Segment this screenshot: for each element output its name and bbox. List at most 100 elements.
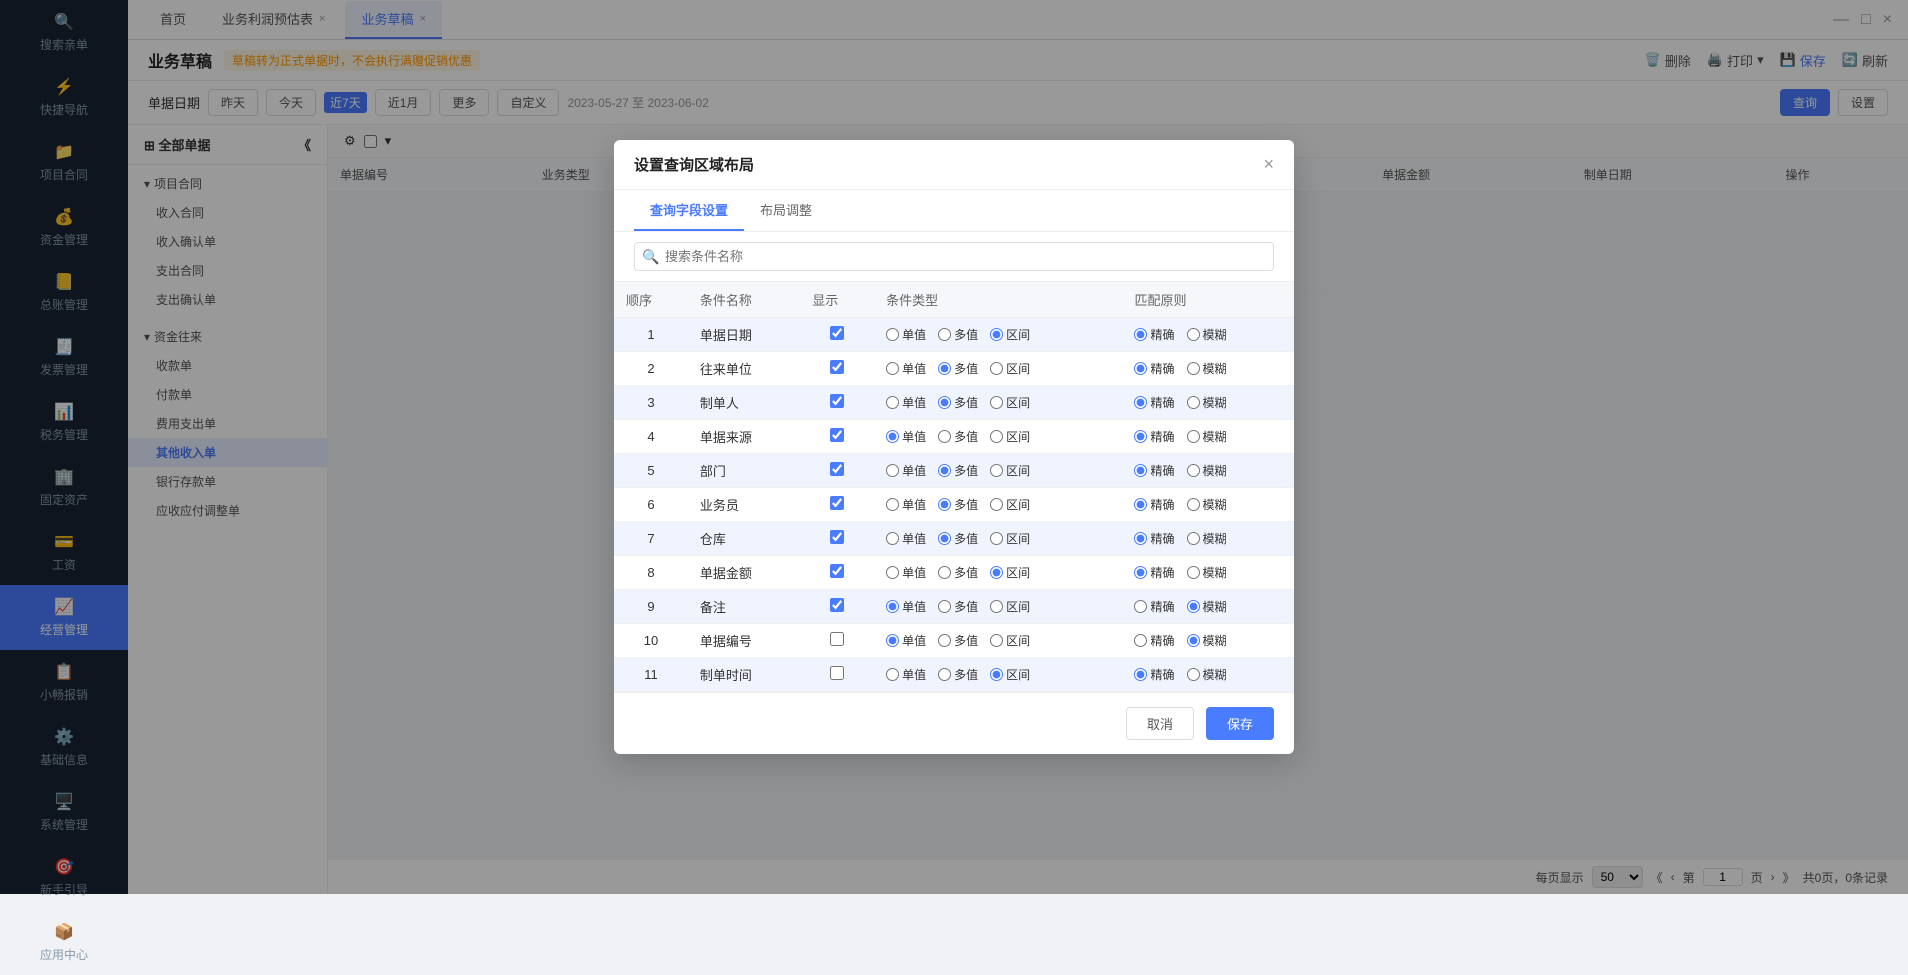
radio-type-type_single[interactable]: 单值 xyxy=(886,360,926,377)
radio-type-type_range[interactable]: 区间 xyxy=(990,666,1030,683)
row-type: 单值多值区间 xyxy=(874,522,1122,556)
row-match: 精确模糊 xyxy=(1122,590,1294,624)
row-order: 3 xyxy=(614,386,688,420)
radio-match-match_fuzzy[interactable]: 模糊 xyxy=(1187,530,1227,547)
radio-type-type_range[interactable]: 区间 xyxy=(990,394,1030,411)
modal-close-button[interactable]: × xyxy=(1263,154,1274,175)
radio-type-type_multi[interactable]: 多值 xyxy=(938,394,978,411)
radio-type-type_single[interactable]: 单值 xyxy=(886,666,926,683)
radio-type-type_multi[interactable]: 多值 xyxy=(938,428,978,445)
radio-type-type_range[interactable]: 区间 xyxy=(990,496,1030,513)
row-order: 9 xyxy=(614,590,688,624)
table-row: 4单据来源单值多值区间精确模糊 xyxy=(614,420,1294,454)
radio-type-type_range[interactable]: 区间 xyxy=(990,632,1030,649)
radio-type-type_range[interactable]: 区间 xyxy=(990,462,1030,479)
radio-match-match_precise[interactable]: 精确 xyxy=(1134,496,1174,513)
radio-match-match_precise[interactable]: 精确 xyxy=(1134,428,1174,445)
radio-match-match_precise[interactable]: 精确 xyxy=(1134,326,1174,343)
row-name: 制单人 xyxy=(688,386,800,420)
radio-match-match_precise[interactable]: 精确 xyxy=(1134,564,1174,581)
show-checkbox[interactable] xyxy=(830,564,844,578)
show-checkbox[interactable] xyxy=(830,360,844,374)
cancel-button[interactable]: 取消 xyxy=(1126,707,1194,740)
table-row: 7仓库单值多值区间精确模糊 xyxy=(614,522,1294,556)
radio-type-type_single[interactable]: 单值 xyxy=(886,598,926,615)
show-checkbox[interactable] xyxy=(830,666,844,680)
radio-match-match_precise[interactable]: 精确 xyxy=(1134,394,1174,411)
radio-match-match_fuzzy[interactable]: 模糊 xyxy=(1187,326,1227,343)
radio-type-type_single[interactable]: 单值 xyxy=(886,564,926,581)
row-show xyxy=(800,352,874,386)
row-name: 制单时间 xyxy=(688,658,800,692)
radio-type-type_multi[interactable]: 多值 xyxy=(938,530,978,547)
table-row: 10单据编号单值多值区间精确模糊 xyxy=(614,624,1294,658)
modal-search-input[interactable] xyxy=(634,242,1274,271)
modal-table-wrap: 顺序 条件名称 显示 条件类型 匹配原则 1单据日期单值多值区间精确模糊2往来单… xyxy=(614,282,1294,692)
show-checkbox[interactable] xyxy=(830,462,844,476)
radio-type-type_single[interactable]: 单值 xyxy=(886,394,926,411)
modal-footer: 取消 保存 xyxy=(614,692,1294,754)
row-order: 5 xyxy=(614,454,688,488)
radio-type-type_single[interactable]: 单值 xyxy=(886,632,926,649)
radio-match-match_fuzzy[interactable]: 模糊 xyxy=(1187,632,1227,649)
radio-type-type_multi[interactable]: 多值 xyxy=(938,632,978,649)
radio-type-type_multi[interactable]: 多值 xyxy=(938,598,978,615)
radio-match-match_precise[interactable]: 精确 xyxy=(1134,598,1174,615)
radio-match-match_fuzzy[interactable]: 模糊 xyxy=(1187,666,1227,683)
show-checkbox[interactable] xyxy=(830,598,844,612)
radio-match-match_fuzzy[interactable]: 模糊 xyxy=(1187,564,1227,581)
row-match: 精确模糊 xyxy=(1122,488,1294,522)
radio-match-match_precise[interactable]: 精确 xyxy=(1134,360,1174,377)
radio-type-type_single[interactable]: 单值 xyxy=(886,496,926,513)
radio-match-match_precise[interactable]: 精确 xyxy=(1134,632,1174,649)
radio-type-type_multi[interactable]: 多值 xyxy=(938,496,978,513)
radio-type-type_single[interactable]: 单值 xyxy=(886,530,926,547)
radio-type-type_range[interactable]: 区间 xyxy=(990,530,1030,547)
radio-match-match_precise[interactable]: 精确 xyxy=(1134,462,1174,479)
radio-match-match_precise[interactable]: 精确 xyxy=(1134,666,1174,683)
modal-save-button[interactable]: 保存 xyxy=(1206,707,1274,740)
radio-match-match_fuzzy[interactable]: 模糊 xyxy=(1187,462,1227,479)
table-row: 9备注单值多值区间精确模糊 xyxy=(614,590,1294,624)
radio-type-type_multi[interactable]: 多值 xyxy=(938,462,978,479)
radio-type-type_range[interactable]: 区间 xyxy=(990,360,1030,377)
radio-type-type_range[interactable]: 区间 xyxy=(990,564,1030,581)
radio-type-type_multi[interactable]: 多值 xyxy=(938,666,978,683)
modal-tab-layout[interactable]: 布局调整 xyxy=(744,190,828,231)
radio-match-match_fuzzy[interactable]: 模糊 xyxy=(1187,394,1227,411)
radio-type-type_range[interactable]: 区间 xyxy=(990,598,1030,615)
row-show xyxy=(800,488,874,522)
row-show xyxy=(800,556,874,590)
radio-type-type_multi[interactable]: 多值 xyxy=(938,326,978,343)
modal-col-name: 条件名称 xyxy=(688,282,800,318)
radio-type-type_range[interactable]: 区间 xyxy=(990,428,1030,445)
radio-type-type_multi[interactable]: 多值 xyxy=(938,360,978,377)
radio-match-match_fuzzy[interactable]: 模糊 xyxy=(1187,598,1227,615)
show-checkbox[interactable] xyxy=(830,530,844,544)
sidebar-item-apps[interactable]: 📦 应用中心 xyxy=(0,910,128,975)
radio-match-match_fuzzy[interactable]: 模糊 xyxy=(1187,360,1227,377)
show-checkbox[interactable] xyxy=(830,632,844,646)
radio-match-match_fuzzy[interactable]: 模糊 xyxy=(1187,428,1227,445)
radio-type-type_single[interactable]: 单值 xyxy=(886,428,926,445)
show-checkbox[interactable] xyxy=(830,428,844,442)
row-match: 精确模糊 xyxy=(1122,386,1294,420)
radio-type-type_single[interactable]: 单值 xyxy=(886,326,926,343)
table-row: 8单据金额单值多值区间精确模糊 xyxy=(614,556,1294,590)
radio-type-type_single[interactable]: 单值 xyxy=(886,462,926,479)
radio-match-match_precise[interactable]: 精确 xyxy=(1134,530,1174,547)
show-checkbox[interactable] xyxy=(830,496,844,510)
radio-match-match_fuzzy[interactable]: 模糊 xyxy=(1187,496,1227,513)
row-order: 6 xyxy=(614,488,688,522)
row-type: 单值多值区间 xyxy=(874,658,1122,692)
radio-type-type_multi[interactable]: 多值 xyxy=(938,564,978,581)
radio-type-type_range[interactable]: 区间 xyxy=(990,326,1030,343)
row-show xyxy=(800,658,874,692)
modal-header: 设置查询区域布局 × xyxy=(614,140,1294,190)
modal-tab-query[interactable]: 查询字段设置 xyxy=(634,190,744,231)
show-checkbox[interactable] xyxy=(830,326,844,340)
row-match: 精确模糊 xyxy=(1122,658,1294,692)
table-row: 6业务员单值多值区间精确模糊 xyxy=(614,488,1294,522)
show-checkbox[interactable] xyxy=(830,394,844,408)
row-match: 精确模糊 xyxy=(1122,522,1294,556)
